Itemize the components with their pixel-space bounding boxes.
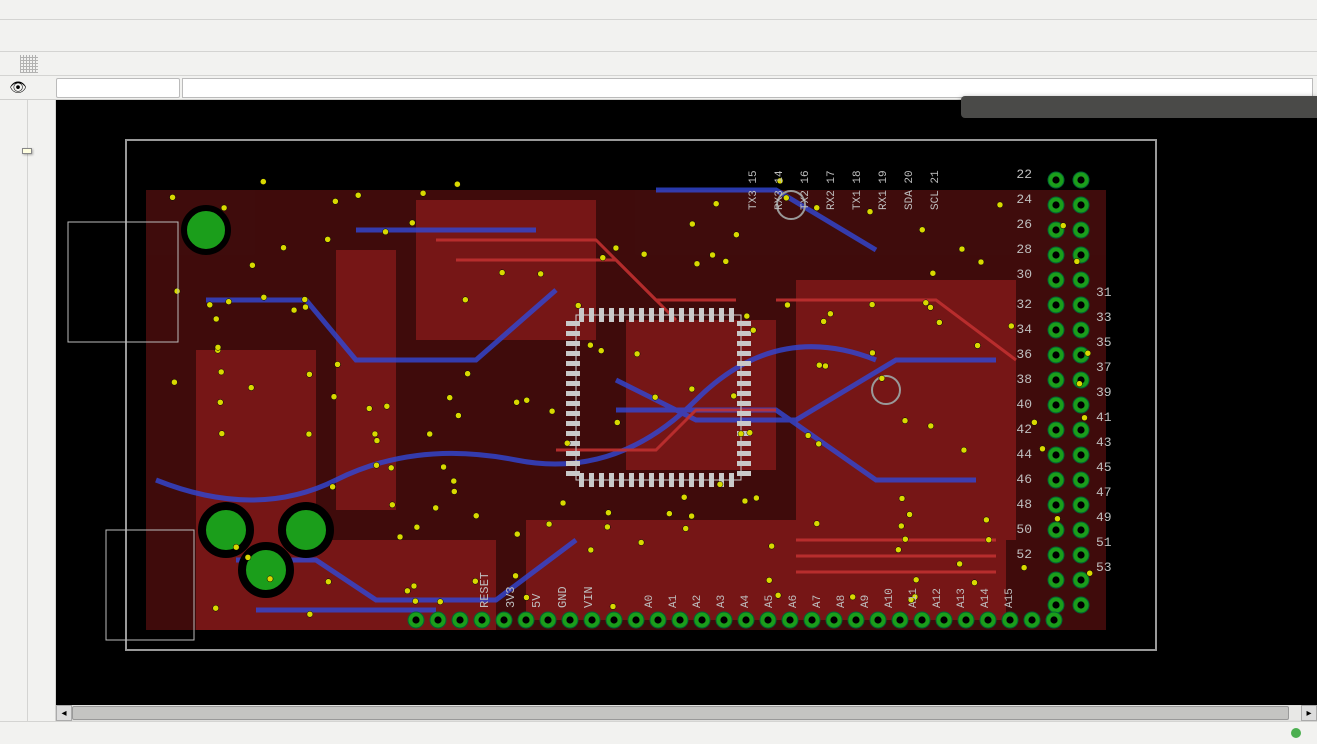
scroll-right-arrow-icon[interactable]: ▸ (1301, 705, 1317, 721)
svg-text:RX1 19: RX1 19 (878, 170, 890, 210)
menu-library[interactable] (106, 8, 126, 12)
svg-text:TX2 16: TX2 16 (800, 170, 812, 210)
svg-text:32: 32 (1016, 297, 1032, 312)
svg-text:51: 51 (1096, 535, 1112, 550)
scroll-left-arrow-icon[interactable]: ◂ (56, 705, 72, 721)
svg-text:24: 24 (1016, 192, 1032, 207)
svg-text:43: 43 (1096, 435, 1112, 450)
svg-text:40: 40 (1016, 397, 1032, 412)
scrollbar-track[interactable] (72, 706, 1301, 720)
svg-text:RX2 17: RX2 17 (826, 170, 838, 210)
svg-text:44: 44 (1016, 447, 1032, 462)
svg-text:52: 52 (1016, 547, 1032, 562)
svg-text:VIN: VIN (582, 586, 596, 608)
svg-text:38: 38 (1016, 372, 1032, 387)
grid-row (0, 52, 1317, 76)
svg-text:39: 39 (1096, 385, 1112, 400)
svg-text:3V3: 3V3 (504, 586, 518, 608)
svg-text:5V: 5V (530, 593, 544, 608)
svg-text:A1: A1 (668, 594, 680, 608)
statusbar (0, 721, 1317, 744)
svg-text:A10: A10 (884, 588, 896, 608)
svg-text:A11: A11 (908, 588, 920, 608)
svg-text:26: 26 (1016, 217, 1032, 232)
svg-text:A2: A2 (692, 595, 704, 608)
svg-text:RESET: RESET (478, 572, 492, 608)
svg-text:33: 33 (1096, 310, 1112, 325)
menu-edit[interactable] (26, 8, 46, 12)
menu-options[interactable] (126, 8, 146, 12)
svg-text:49: 49 (1096, 510, 1112, 525)
pcb-canvas[interactable]: RESET 3V3 5V GND VIN A0 A1 A2 A3 A4 A5 A6 A7 A8 A9 A10… (56, 100, 1317, 721)
gif-recorder-notification (961, 96, 1317, 118)
svg-text:A7: A7 (812, 595, 824, 608)
status-led-icon (1291, 728, 1301, 738)
svg-text:A9: A9 (860, 595, 872, 608)
svg-text:28: 28 (1016, 242, 1032, 257)
svg-text:TX1 18: TX1 18 (852, 170, 864, 210)
svg-text:53: 53 (1096, 560, 1112, 575)
svg-text:34: 34 (1016, 322, 1032, 337)
svg-text:41: 41 (1096, 410, 1112, 425)
svg-text:GND: GND (556, 586, 570, 608)
display-eye-icon[interactable]: 👁 (4, 79, 32, 96)
svg-text:46: 46 (1016, 472, 1032, 487)
svg-text:A12: A12 (932, 588, 944, 608)
svg-text:A14: A14 (980, 588, 992, 608)
svg-text:SDA 20: SDA 20 (904, 170, 916, 210)
svg-text:A13: A13 (956, 588, 968, 608)
svg-text:31: 31 (1096, 285, 1112, 300)
svg-text:RX3 14: RX3 14 (774, 170, 786, 210)
menu-window[interactable] (146, 8, 166, 12)
pcb-drawing: RESET 3V3 5V GND VIN A0 A1 A2 A3 A4 A5 A6 A7 A8 A9 A10… (56, 100, 1317, 721)
menubar (0, 0, 1317, 20)
left-toolbar-a (0, 100, 28, 721)
svg-text:45: 45 (1096, 460, 1112, 475)
svg-text:A5: A5 (764, 595, 776, 608)
svg-text:A3: A3 (716, 595, 728, 608)
svg-text:50: 50 (1016, 522, 1032, 537)
svg-text:A15: A15 (1004, 588, 1016, 608)
svg-text:48: 48 (1016, 497, 1032, 512)
layer-settings-tooltip (22, 148, 32, 154)
main-toolbar (0, 20, 1317, 52)
svg-text:36: 36 (1016, 347, 1032, 362)
horizontal-scrollbar[interactable]: ◂ ▸ (56, 705, 1317, 721)
svg-text:42: 42 (1016, 422, 1032, 437)
menu-draw[interactable] (46, 8, 66, 12)
svg-text:35: 35 (1096, 335, 1112, 350)
command-input[interactable] (182, 78, 1313, 98)
svg-text:TX3 15: TX3 15 (748, 170, 760, 210)
svg-text:A4: A4 (740, 594, 752, 608)
menu-help[interactable] (166, 8, 186, 12)
left-toolbar-b (28, 100, 56, 721)
svg-text:A6: A6 (788, 595, 800, 608)
coordinate-readout (56, 78, 180, 98)
svg-text:47: 47 (1096, 485, 1112, 500)
scrollbar-thumb[interactable] (72, 706, 1289, 720)
menu-file[interactable] (6, 8, 26, 12)
svg-text:A8: A8 (836, 595, 848, 608)
svg-text:A0: A0 (644, 595, 656, 608)
svg-text:37: 37 (1096, 360, 1112, 375)
svg-text:22: 22 (1016, 167, 1032, 182)
menu-tools[interactable] (86, 8, 106, 12)
workspace: RESET 3V3 5V GND VIN A0 A1 A2 A3 A4 A5 A6 A7 A8 A9 A10… (0, 100, 1317, 721)
svg-text:30: 30 (1016, 267, 1032, 282)
menu-view[interactable] (66, 8, 86, 12)
grid-icon[interactable] (20, 55, 38, 73)
svg-text:SCL 21: SCL 21 (930, 170, 942, 210)
